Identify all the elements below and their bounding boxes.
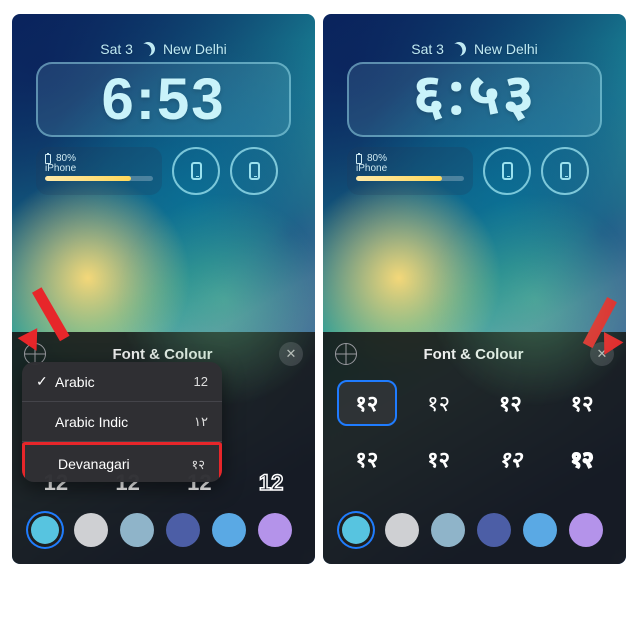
- widgets-row[interactable]: 80% iPhone: [347, 147, 602, 195]
- font-tile[interactable]: १२: [337, 380, 397, 426]
- widget-circle-2[interactable]: [230, 147, 278, 195]
- location-label: New Delhi: [163, 41, 227, 57]
- color-swatch[interactable]: [339, 513, 373, 547]
- color-swatch[interactable]: [120, 513, 154, 547]
- phone-icon: [45, 154, 51, 164]
- location-label: New Delhi: [474, 41, 538, 57]
- clock-time: ६:५३: [412, 62, 536, 138]
- date-row[interactable]: Sat 3 New Delhi: [12, 41, 315, 57]
- clock-box[interactable]: 6:53: [36, 62, 291, 137]
- font-grid: १२ १२ १२ १२ १२ १२ १२ १२: [323, 376, 626, 482]
- clock-box[interactable]: ६:५३: [347, 62, 602, 137]
- language-popup: ✓Arabic 12 Arabic Indic ١٢ Devanagari १२: [22, 362, 222, 482]
- widget-circle-2[interactable]: [541, 147, 589, 195]
- color-swatch[interactable]: [523, 513, 557, 547]
- font-colour-sheet: Font & Colour ✕ १२ १२ १२ १२ १२ १२ १२ १२: [323, 332, 626, 564]
- widget-circle-1[interactable]: [172, 147, 220, 195]
- battery-bar: [45, 176, 153, 181]
- color-swatch[interactable]: [166, 513, 200, 547]
- phone-icon: [356, 154, 362, 164]
- date-label: Sat 3: [411, 41, 444, 57]
- moon-icon: [450, 40, 469, 59]
- device-name: iPhone: [356, 163, 464, 174]
- screenshot-right: Sat 3 New Delhi ६:५३ 80% iPhone Font & C…: [323, 14, 626, 564]
- font-tile[interactable]: १२: [552, 380, 612, 426]
- font-tile[interactable]: १२: [552, 436, 612, 482]
- date-row[interactable]: Sat 3 New Delhi: [323, 41, 626, 57]
- font-tile[interactable]: १२: [481, 380, 541, 426]
- globe-icon[interactable]: [335, 343, 357, 365]
- font-tile[interactable]: 12: [241, 460, 301, 506]
- color-swatch[interactable]: [74, 513, 108, 547]
- moon-icon: [139, 40, 158, 59]
- language-option-arabic[interactable]: ✓Arabic 12: [22, 362, 222, 402]
- color-swatch[interactable]: [431, 513, 465, 547]
- battery-widget[interactable]: 80% iPhone: [36, 147, 162, 195]
- font-tile[interactable]: १२: [481, 436, 541, 482]
- color-row: [12, 504, 315, 556]
- font-tile[interactable]: १२: [337, 436, 397, 482]
- color-swatch[interactable]: [258, 513, 292, 547]
- date-label: Sat 3: [100, 41, 133, 57]
- sheet-title: Font & Colour: [424, 346, 524, 363]
- sheet-title: Font & Colour: [113, 346, 213, 363]
- phone-icon: [560, 162, 571, 180]
- phone-icon: [191, 162, 202, 180]
- font-tile[interactable]: १२: [409, 436, 469, 482]
- language-option-devanagari[interactable]: Devanagari १२: [22, 442, 222, 482]
- screenshot-left: Sat 3 New Delhi 6:53 80% iPhone Font & C…: [12, 14, 315, 564]
- close-icon[interactable]: ✕: [279, 342, 303, 366]
- clock-time: 6:53: [101, 66, 225, 133]
- phone-icon: [249, 162, 260, 180]
- font-tile[interactable]: १२: [409, 380, 469, 426]
- battery-bar: [356, 176, 464, 181]
- sheet-header: Font & Colour ✕: [323, 332, 626, 376]
- color-swatch[interactable]: [385, 513, 419, 547]
- color-swatch[interactable]: [212, 513, 246, 547]
- color-swatch[interactable]: [569, 513, 603, 547]
- widget-circle-1[interactable]: [483, 147, 531, 195]
- color-swatch[interactable]: [28, 513, 62, 547]
- battery-widget[interactable]: 80% iPhone: [347, 147, 473, 195]
- device-name: iPhone: [45, 163, 153, 174]
- language-option-arabic-indic[interactable]: Arabic Indic ١٢: [22, 402, 222, 442]
- check-icon: ✓: [36, 373, 48, 390]
- color-row: [323, 504, 626, 556]
- phone-icon: [502, 162, 513, 180]
- widgets-row[interactable]: 80% iPhone: [36, 147, 291, 195]
- color-swatch[interactable]: [477, 513, 511, 547]
